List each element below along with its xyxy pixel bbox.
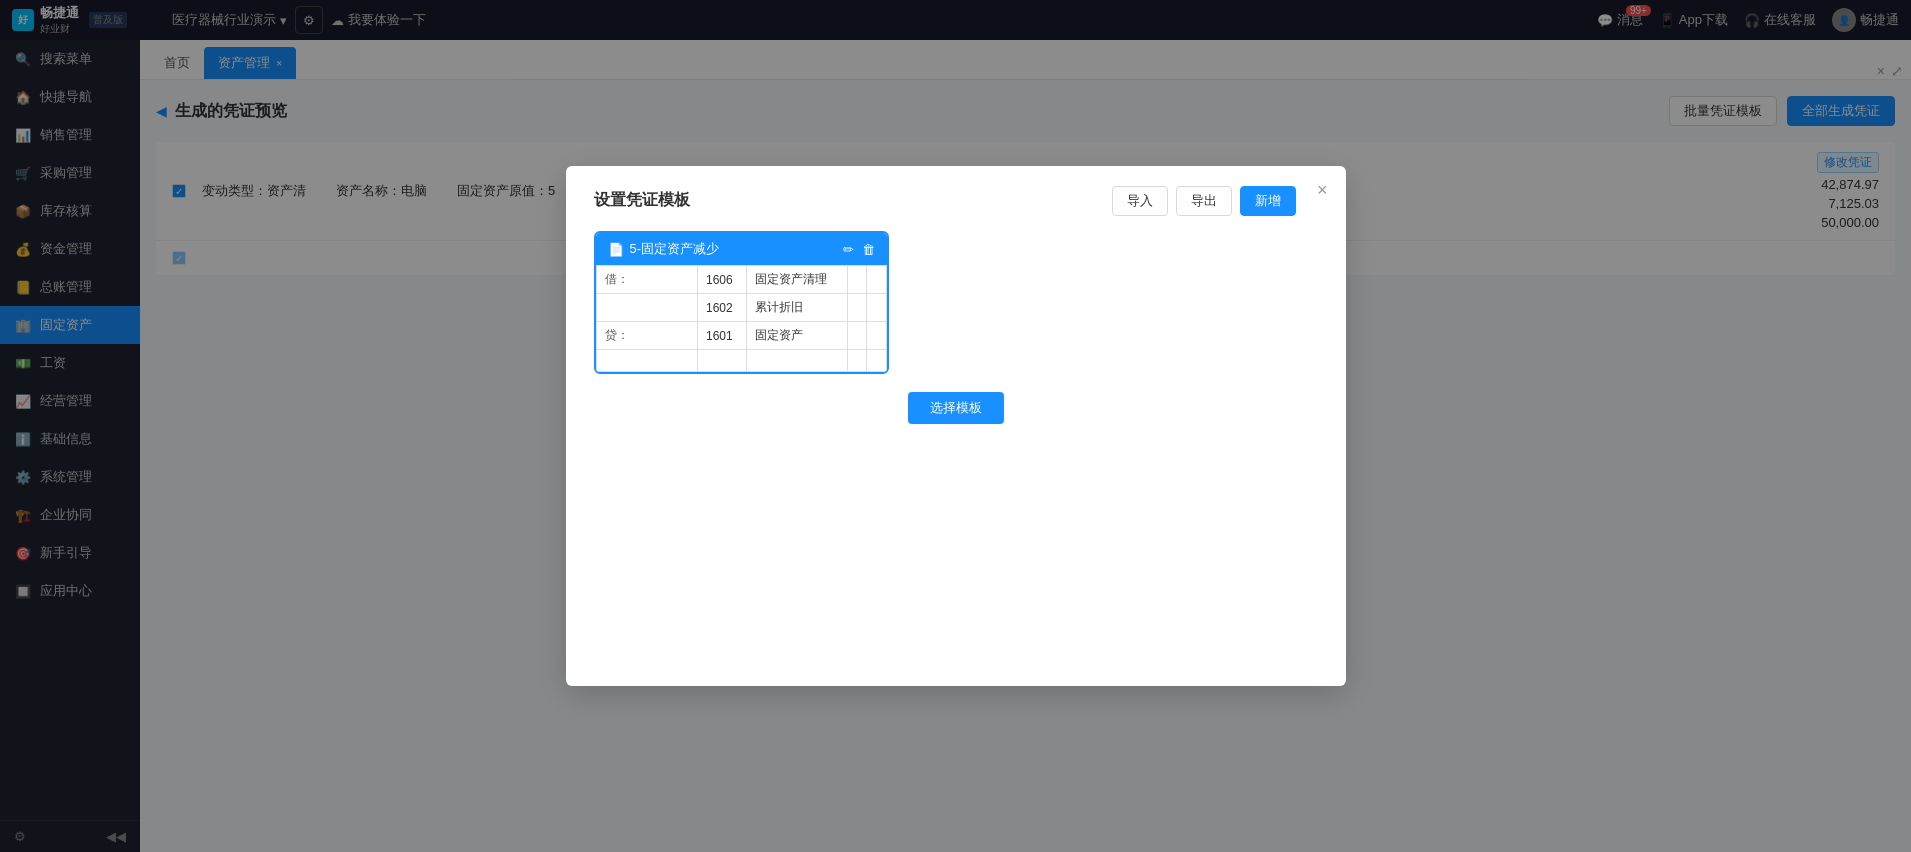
debit-3 — [848, 322, 867, 350]
account-2: 累计折旧 — [747, 294, 848, 322]
direction-4 — [596, 350, 698, 372]
debit-4 — [848, 350, 867, 372]
credit-2 — [867, 294, 886, 322]
template-doc-icon: 📄 — [608, 242, 624, 257]
account-3: 固定资产 — [747, 322, 848, 350]
direction-3: 贷： — [596, 322, 698, 350]
code-1: 1606 — [698, 266, 747, 294]
template-name: 5-固定资产减少 — [630, 240, 720, 258]
export-button[interactable]: 导出 — [1176, 186, 1232, 216]
account-4 — [747, 350, 848, 372]
modal-close-button[interactable]: × — [1317, 180, 1328, 201]
template-row-1: 借： 1606 固定资产清理 — [596, 266, 886, 294]
modal-overlay: × 设置凭证模板 导入 导出 新增 📄 — [140, 80, 1911, 852]
template-actions: ✏ 🗑 — [843, 242, 875, 257]
credit-1 — [867, 266, 886, 294]
credit-4 — [867, 350, 886, 372]
template-row-4 — [596, 350, 886, 372]
code-2: 1602 — [698, 294, 747, 322]
credit-3 — [867, 322, 886, 350]
code-4 — [698, 350, 747, 372]
page-content: ◀ 生成的凭证预览 批量凭证模板 全部生成凭证 ✓ — [140, 80, 1911, 852]
import-button[interactable]: 导入 — [1112, 186, 1168, 216]
debit-2 — [848, 294, 867, 322]
code-3: 1601 — [698, 322, 747, 350]
select-template-button[interactable]: 选择模板 — [908, 392, 1004, 424]
modal-dialog: × 设置凭证模板 导入 导出 新增 📄 — [566, 166, 1346, 686]
delete-template-icon[interactable]: 🗑 — [862, 242, 875, 257]
debit-1 — [848, 266, 867, 294]
template-card-header: 📄 5-固定资产减少 ✏ 🗑 — [596, 233, 887, 265]
template-row-3: 贷： 1601 固定资产 — [596, 322, 886, 350]
edit-template-icon[interactable]: ✏ — [843, 242, 854, 257]
template-card[interactable]: 📄 5-固定资产减少 ✏ 🗑 — [594, 231, 889, 374]
template-list: 📄 5-固定资产减少 ✏ 🗑 — [594, 231, 1318, 374]
template-header-left: 📄 5-固定资产减少 — [608, 240, 720, 258]
new-template-button[interactable]: 新增 — [1240, 186, 1296, 216]
main-layout: 🔍 搜索菜单 🏠 快捷导航 📊 销售管理 🛒 采购管理 📦 库存核 — [0, 40, 1911, 852]
template-table: 借： 1606 固定资产清理 1602 — [596, 265, 887, 372]
modal-toolbar: 导入 导出 新增 — [1112, 186, 1296, 216]
direction-2 — [596, 294, 698, 322]
direction-1: 借： — [596, 266, 698, 294]
template-row-2: 1602 累计折旧 — [596, 294, 886, 322]
account-1: 固定资产清理 — [747, 266, 848, 294]
content-area: 首页 资产管理 × × ⤢ ◀ 生成的凭证预览 — [140, 40, 1911, 852]
